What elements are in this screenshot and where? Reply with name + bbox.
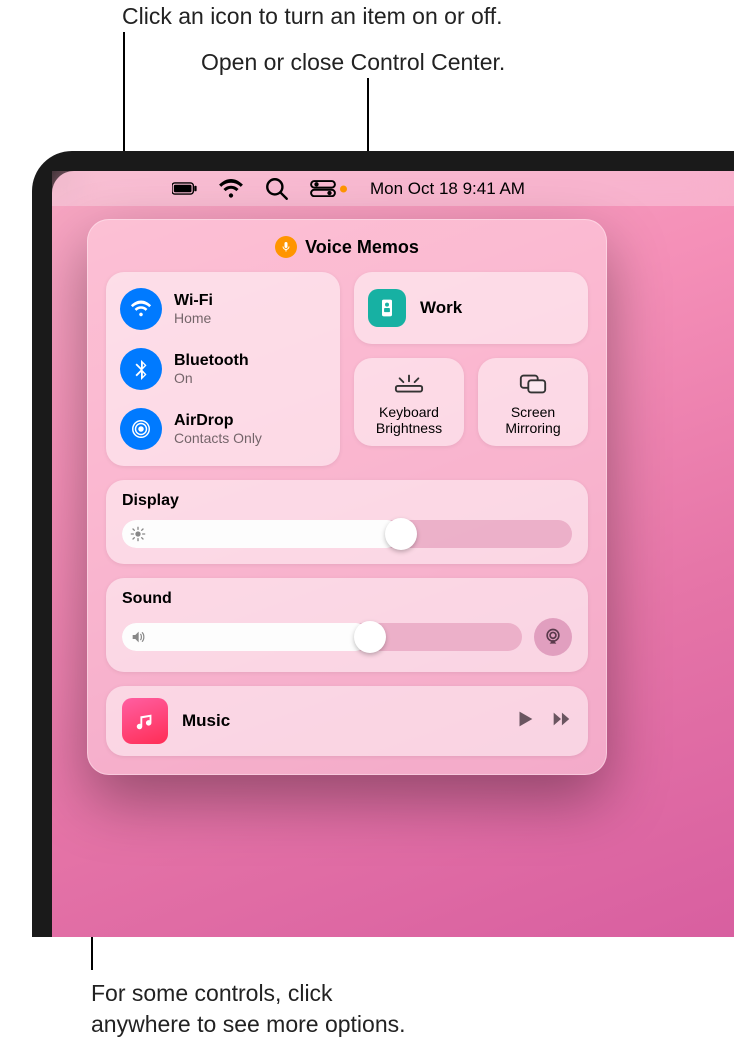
control-center-panel: Voice Memos Wi-Fi Home (87, 219, 607, 775)
next-track-button[interactable] (550, 708, 572, 735)
bluetooth-title: Bluetooth (174, 352, 249, 370)
callout-cc: Open or close Control Center. (201, 48, 505, 78)
callout-toggle: Click an icon to turn an item on or off. (122, 2, 503, 32)
bluetooth-subtitle: On (174, 370, 249, 386)
sound-output-button[interactable] (534, 618, 572, 656)
sound-slider-knob[interactable] (354, 621, 386, 653)
now-playing-tile[interactable]: Music (106, 686, 588, 756)
sound-slider[interactable] (122, 623, 522, 651)
display-slider-knob[interactable] (385, 518, 417, 550)
focus-work-icon (368, 289, 406, 327)
music-app-icon (122, 698, 168, 744)
recording-indicator-dot (340, 185, 347, 192)
sound-title: Sound (122, 590, 572, 608)
wifi-subtitle: Home (174, 310, 213, 326)
bluetooth-icon[interactable] (120, 348, 162, 390)
airdrop-title: AirDrop (174, 412, 262, 430)
screen-mirroring-label-1: Screen (511, 404, 555, 420)
screen-mirroring-label-2: Mirroring (505, 420, 560, 436)
wifi-icon[interactable] (120, 288, 162, 330)
wifi-title: Wi-Fi (174, 292, 213, 310)
display-tile[interactable]: Display (106, 480, 588, 564)
sound-tile[interactable]: Sound (106, 578, 588, 672)
keyboard-brightness-icon (394, 370, 424, 398)
menubar: Mon Oct 18 9:41 AM (52, 171, 734, 206)
bluetooth-toggle[interactable]: Bluetooth On (120, 348, 326, 390)
callout-more-options: For some controls, click anywhere to see… (91, 978, 406, 1040)
mac-screen: Mon Oct 18 9:41 AM Voice Memos (52, 171, 734, 937)
airplay-icon (543, 627, 563, 647)
focus-title: Work (420, 298, 462, 318)
now-playing-title: Music (182, 711, 500, 731)
battery-icon[interactable] (172, 176, 198, 202)
play-button[interactable] (514, 708, 536, 735)
display-slider[interactable] (122, 520, 572, 548)
recording-app-name: Voice Memos (305, 237, 419, 258)
focus-tile[interactable]: Work (354, 272, 588, 344)
control-center-menubar-icon[interactable] (310, 176, 336, 202)
display-title: Display (122, 492, 572, 510)
brightness-icon (130, 526, 146, 542)
keyboard-brightness-tile[interactable]: Keyboard Brightness (354, 358, 464, 446)
spotlight-icon[interactable] (264, 176, 290, 202)
screen-mirroring-icon (518, 370, 548, 398)
wifi-toggle[interactable]: Wi-Fi Home (120, 288, 326, 330)
connectivity-tile[interactable]: Wi-Fi Home Bluetooth On (106, 272, 340, 466)
airdrop-icon[interactable] (120, 408, 162, 450)
airdrop-toggle[interactable]: AirDrop Contacts Only (120, 408, 326, 450)
mac-frame: Mon Oct 18 9:41 AM Voice Memos (32, 151, 734, 937)
volume-icon (130, 629, 146, 645)
right-column: Work Keyboard Brightness (354, 272, 588, 466)
menubar-clock[interactable]: Mon Oct 18 9:41 AM (370, 179, 525, 199)
keyboard-brightness-label-2: Brightness (376, 420, 442, 436)
wifi-menubar-icon[interactable] (218, 176, 244, 202)
keyboard-brightness-label-1: Keyboard (379, 404, 439, 420)
recording-app-indicator[interactable]: Voice Memos (106, 236, 588, 258)
airdrop-subtitle: Contacts Only (174, 430, 262, 446)
screen-mirroring-tile[interactable]: Screen Mirroring (478, 358, 588, 446)
microphone-icon (275, 236, 297, 258)
